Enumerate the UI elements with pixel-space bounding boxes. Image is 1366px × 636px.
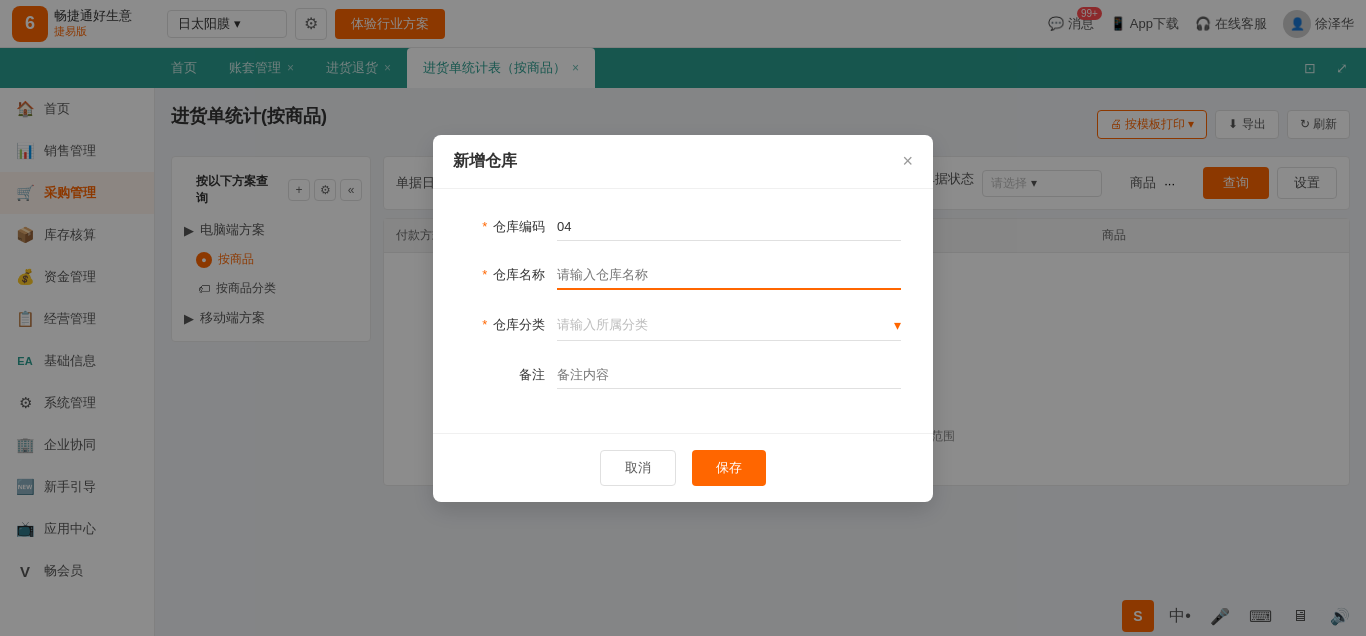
form-row-name: * 仓库名称	[465, 261, 901, 290]
dialog-body: * 仓库编码 * 仓库名称 * 仓库分类 请输入所属	[433, 189, 933, 433]
form-row-category: * 仓库分类 请输入所属分类 ▾	[465, 310, 901, 341]
dialog-footer: 取消 保存	[433, 433, 933, 502]
name-label: * 仓库名称	[465, 266, 545, 284]
save-button[interactable]: 保存	[692, 450, 766, 486]
form-row-note: 备注	[465, 361, 901, 389]
code-input[interactable]	[557, 213, 901, 241]
code-required-star: *	[482, 219, 487, 234]
form-row-code: * 仓库编码	[465, 213, 901, 241]
note-label: 备注	[465, 366, 545, 384]
dialog-title: 新增仓库	[453, 151, 517, 172]
name-required-star: *	[482, 267, 487, 282]
note-input[interactable]	[557, 361, 901, 389]
dialog-close-button[interactable]: ×	[902, 151, 913, 172]
modal-overlay[interactable]: 新增仓库 × * 仓库编码 * 仓库名称	[0, 0, 1366, 636]
name-input[interactable]	[557, 261, 901, 290]
cancel-button[interactable]: 取消	[600, 450, 676, 486]
category-dropdown-icon: ▾	[894, 317, 901, 333]
category-select[interactable]: 请输入所属分类 ▾	[557, 310, 901, 341]
cat-required-star: *	[482, 317, 487, 332]
category-placeholder: 请输入所属分类	[557, 316, 648, 334]
category-label: * 仓库分类	[465, 316, 545, 334]
code-label: * 仓库编码	[465, 218, 545, 236]
dialog-header: 新增仓库 ×	[433, 135, 933, 189]
new-warehouse-dialog: 新增仓库 × * 仓库编码 * 仓库名称	[433, 135, 933, 502]
